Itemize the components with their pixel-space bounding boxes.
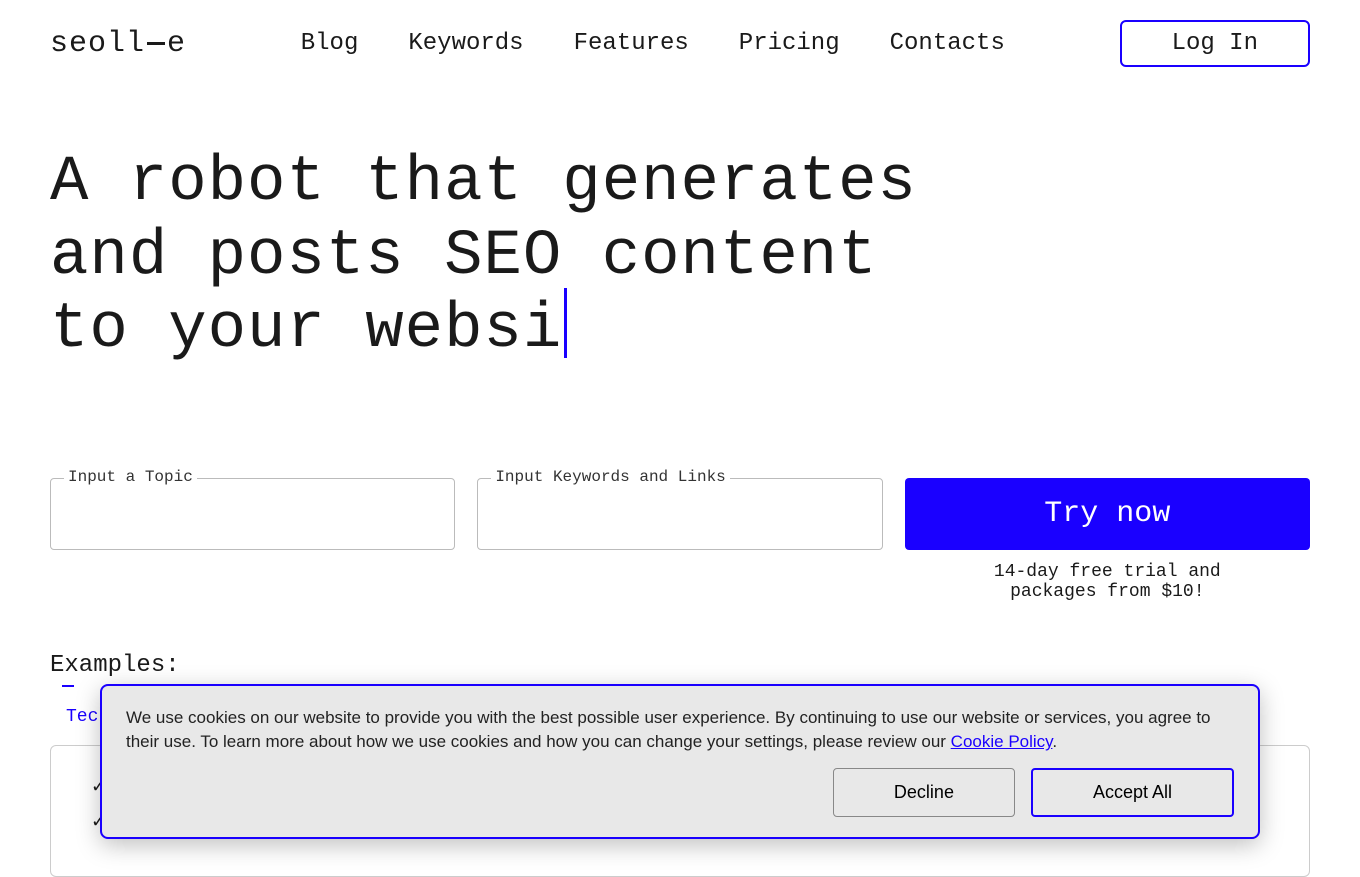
try-now-button[interactable]: Try now xyxy=(905,478,1310,550)
hero-line-2: and posts SEO content xyxy=(50,221,878,293)
nav-pricing[interactable]: Pricing xyxy=(739,30,840,57)
logo[interactable]: seoll e xyxy=(50,27,186,61)
primary-nav: Blog Keywords Features Pricing Contacts xyxy=(301,30,1005,57)
logo-text-right: e xyxy=(167,27,186,61)
cookie-text: We use cookies on our website to provide… xyxy=(126,706,1234,754)
topic-field: Input a Topic xyxy=(50,478,455,550)
cookie-decline-button[interactable]: Decline xyxy=(833,768,1015,817)
typing-cursor-icon xyxy=(564,288,567,358)
login-button[interactable]: Log In xyxy=(1120,20,1310,67)
logo-text-left: seoll xyxy=(50,27,145,61)
generate-form: Input a Topic Input Keywords and Links T… xyxy=(50,478,1310,602)
logo-dash-icon xyxy=(147,42,165,45)
hero-headline: A robot that generates and posts SEO con… xyxy=(50,147,1310,368)
examples-heading: Examples: xyxy=(50,652,1310,679)
cookie-banner: We use cookies on our website to provide… xyxy=(100,684,1260,839)
keywords-field: Input Keywords and Links xyxy=(477,478,882,550)
nav-blog[interactable]: Blog xyxy=(301,30,359,57)
keywords-label: Input Keywords and Links xyxy=(491,468,729,486)
keywords-input[interactable] xyxy=(477,478,882,550)
topic-label: Input a Topic xyxy=(64,468,197,486)
cookie-buttons: Decline Accept All xyxy=(126,768,1234,817)
nav-keywords[interactable]: Keywords xyxy=(408,30,523,57)
site-header: seoll e Blog Keywords Features Pricing C… xyxy=(0,0,1360,77)
cta-column: Try now 14-day free trial and packages f… xyxy=(905,478,1310,602)
cookie-text-after: . xyxy=(1052,732,1057,751)
cookie-accept-button[interactable]: Accept All xyxy=(1031,768,1234,817)
trial-subtext: 14-day free trial and packages from $10! xyxy=(947,562,1267,602)
nav-contacts[interactable]: Contacts xyxy=(890,30,1005,57)
hero-line-1: A robot that generates xyxy=(50,147,917,219)
hero: A robot that generates and posts SEO con… xyxy=(50,147,1310,368)
topic-input[interactable] xyxy=(50,478,455,550)
cookie-policy-link[interactable]: Cookie Policy xyxy=(951,732,1053,751)
hero-line-3: to your websi xyxy=(50,294,562,366)
nav-features[interactable]: Features xyxy=(574,30,689,57)
